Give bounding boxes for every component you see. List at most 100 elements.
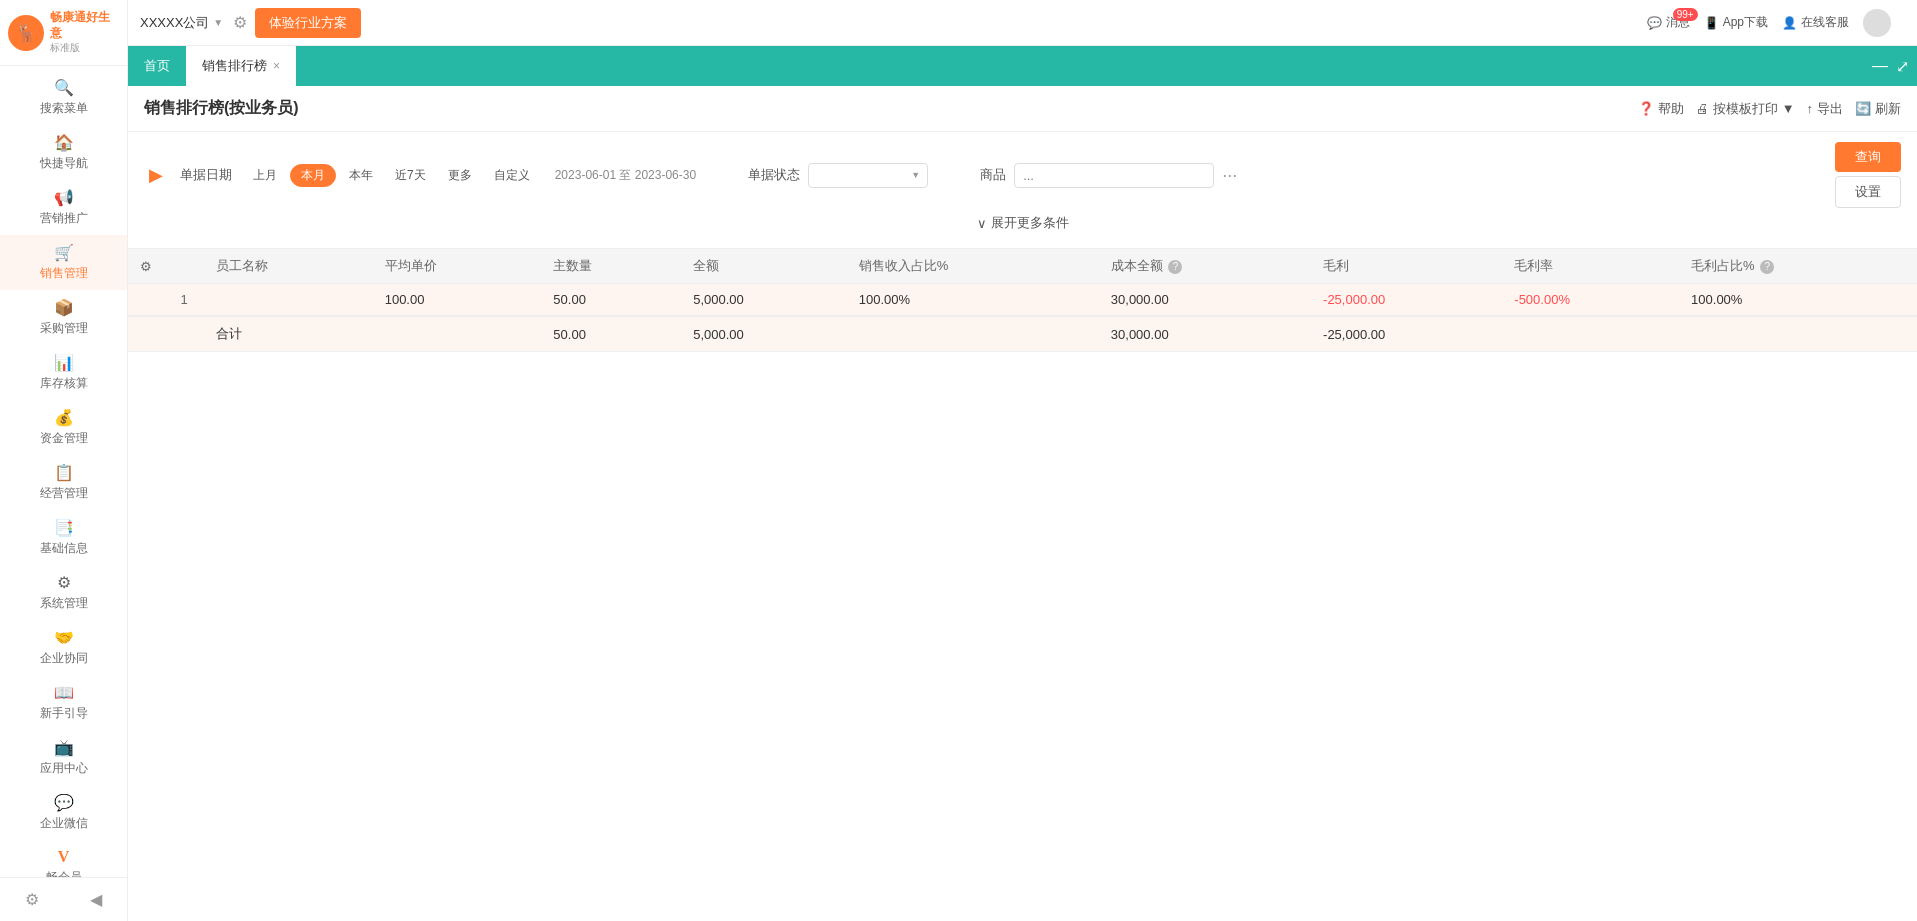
date-btn-more[interactable]: 更多	[439, 164, 481, 187]
app-download-btn[interactable]: 📱 App下载	[1704, 14, 1768, 31]
table-body: 1 100.00 50.00 5,000.00 100.00% 30,000.0…	[128, 284, 1917, 317]
sidebar-item-wechat[interactable]: 💬 企业微信	[0, 785, 127, 840]
footer-amount: 5,000.00	[681, 316, 847, 352]
status-filter: 单据状态	[748, 163, 928, 188]
sidebar-item-guide[interactable]: 📖 新手引导	[0, 675, 127, 730]
online-service-label: 在线客服	[1801, 14, 1849, 31]
footer-empty-1	[128, 316, 164, 352]
col-gross-pct: 毛利占比% ?	[1679, 249, 1917, 284]
footer-cost-amount: 30,000.00	[1099, 316, 1311, 352]
date-btn-thismonth[interactable]: 本月	[290, 164, 336, 187]
col-settings[interactable]: ⚙	[128, 249, 164, 284]
sidebar-item-operations[interactable]: 📋 经营管理	[0, 455, 127, 510]
footer-gross-rate	[1502, 316, 1679, 352]
status-label: 单据状态	[748, 166, 800, 184]
message-btn[interactable]: 💬 消息 99+	[1647, 14, 1690, 31]
goods-input[interactable]	[1014, 163, 1214, 188]
tab-sales-rank-label: 销售排行榜	[202, 57, 267, 75]
footer-main-qty: 50.00	[541, 316, 681, 352]
sidebar-item-system[interactable]: ⚙ 系统管理	[0, 565, 127, 620]
home-icon: 🏠	[54, 133, 74, 152]
tab-right-actions: — ⤢	[1872, 57, 1917, 76]
tab-home-label: 首页	[144, 57, 170, 75]
row-avg-price: 100.00	[373, 284, 542, 317]
refresh-icon: 🔄	[1855, 101, 1871, 116]
sidebar-label-quicknav: 快捷导航	[40, 155, 88, 172]
row-settings	[128, 284, 164, 317]
export-btn[interactable]: ↑ 导出	[1807, 100, 1844, 118]
tab-sales-rank[interactable]: 销售排行榜 ×	[186, 46, 296, 86]
finance-icon: 💰	[54, 408, 74, 427]
page-title: 销售排行榜(按业务员)	[144, 98, 299, 119]
sidebar-item-purchase[interactable]: 📦 采购管理	[0, 290, 127, 345]
tab-close-icon[interactable]: ×	[273, 59, 280, 73]
logo-text: 畅康通好生意	[50, 10, 119, 41]
tab-home[interactable]: 首页	[128, 46, 186, 86]
online-service-btn[interactable]: 👤 在线客服	[1782, 14, 1849, 31]
date-btn-thisyear[interactable]: 本年	[340, 164, 382, 187]
sidebar-item-sales[interactable]: 🛒 销售管理	[0, 235, 127, 290]
sidebar-label-search: 搜索菜单	[40, 100, 88, 117]
row-rank: 1	[164, 284, 204, 317]
print-btn[interactable]: 🖨 按模板打印 ▼	[1696, 100, 1795, 118]
sidebar-label-guide: 新手引导	[40, 705, 88, 722]
sidebar-item-finance[interactable]: 💰 资金管理	[0, 400, 127, 455]
topbar-right: 💬 消息 99+ 📱 App下载 👤 在线客服	[1647, 9, 1905, 37]
date-btn-lastmonth[interactable]: 上月	[244, 164, 286, 187]
tab-restore-btn[interactable]: ⤢	[1896, 57, 1909, 76]
refresh-btn[interactable]: 🔄 刷新	[1855, 100, 1901, 118]
sidebar-footer: ⚙ ◀	[0, 877, 127, 921]
filter-toggle-btn[interactable]: ▶	[144, 164, 168, 186]
print-label: 按模板打印	[1713, 100, 1778, 118]
query-settings-group: 查询 设置	[1835, 142, 1901, 208]
refresh-label: 刷新	[1875, 100, 1901, 118]
sidebar-label-operations: 经营管理	[40, 485, 88, 502]
sidebar-item-collab[interactable]: 🤝 企业协同	[0, 620, 127, 675]
tab-minimize-btn[interactable]: —	[1872, 57, 1888, 75]
megaphone-icon: 📢	[54, 188, 74, 207]
content-area: 销售排行榜(按业务员) ❓ 帮助 🖨 按模板打印 ▼ ↑ 导出	[128, 86, 1917, 921]
col-gross-rate: 毛利率	[1502, 249, 1679, 284]
app-download-label: App下载	[1723, 14, 1768, 31]
sidebar-nav: 🔍 搜索菜单 🏠 快捷导航 📢 营销推广 🛒 销售管理 📦 采购管理 📊 库存核…	[0, 66, 127, 877]
sidebar-item-inventory[interactable]: 📊 库存核算	[0, 345, 127, 400]
page-actions: ❓ 帮助 🖨 按模板打印 ▼ ↑ 导出 🔄 刷新	[1638, 100, 1901, 118]
sidebar-collapse-btn[interactable]: ◀	[82, 886, 110, 913]
expand-down-icon: ∨	[977, 216, 987, 231]
footer-gross-pct	[1679, 316, 1917, 352]
status-select[interactable]	[808, 163, 928, 188]
export-icon: ↑	[1807, 101, 1814, 116]
search-icon: 🔍	[54, 78, 74, 97]
company-selector[interactable]: XXXXX公司 ▼	[140, 14, 223, 32]
footer-gross: -25,000.00	[1311, 316, 1502, 352]
sidebar-item-vip[interactable]: V 畅会员	[0, 840, 127, 877]
topbar-settings-icon[interactable]: ⚙	[233, 13, 247, 32]
sidebar-item-basics[interactable]: 📑 基础信息	[0, 510, 127, 565]
row-cost-amount: 30,000.00	[1099, 284, 1311, 317]
sidebar-item-marketing[interactable]: 📢 营销推广	[0, 180, 127, 235]
goods-label: 商品	[980, 166, 1006, 184]
expand-btn[interactable]: ∨ 展开更多条件	[977, 214, 1069, 232]
sidebar-settings-btn[interactable]: ⚙	[17, 886, 47, 913]
query-btn[interactable]: 查询	[1835, 142, 1901, 172]
table-footer: 合计 50.00 5,000.00 30,000.00 -25,000.00	[128, 316, 1917, 352]
cost-info-icon[interactable]: ?	[1168, 260, 1182, 274]
date-btn-7days[interactable]: 近7天	[386, 164, 435, 187]
footer-empty-2	[164, 316, 204, 352]
sidebar-label-finance: 资金管理	[40, 430, 88, 447]
gross-pct-info-icon[interactable]: ?	[1760, 260, 1774, 274]
mobile-icon: 📱	[1704, 16, 1719, 30]
help-btn[interactable]: ❓ 帮助	[1638, 100, 1684, 118]
inventory-icon: 📊	[54, 353, 74, 372]
sidebar-item-search[interactable]: 🔍 搜索菜单	[0, 70, 127, 125]
sidebar-item-appstore[interactable]: 📺 应用中心	[0, 730, 127, 785]
main-area: XXXXX公司 ▼ ⚙ 体验行业方案 💬 消息 99+ 📱 App下载 👤 在线…	[128, 0, 1917, 921]
industry-btn[interactable]: 体验行业方案	[255, 8, 361, 38]
goods-more-icon[interactable]: ···	[1222, 165, 1237, 186]
settings-btn[interactable]: 设置	[1835, 176, 1901, 208]
date-btn-custom[interactable]: 自定义	[485, 164, 539, 187]
sidebar-item-quicknav[interactable]: 🏠 快捷导航	[0, 125, 127, 180]
user-avatar[interactable]	[1863, 9, 1891, 37]
footer-label: 合计	[204, 316, 373, 352]
sidebar: 🦌 畅康通好生意 标准版 🔍 搜索菜单 🏠 快捷导航 📢 营销推广 🛒 销售管理…	[0, 0, 128, 921]
